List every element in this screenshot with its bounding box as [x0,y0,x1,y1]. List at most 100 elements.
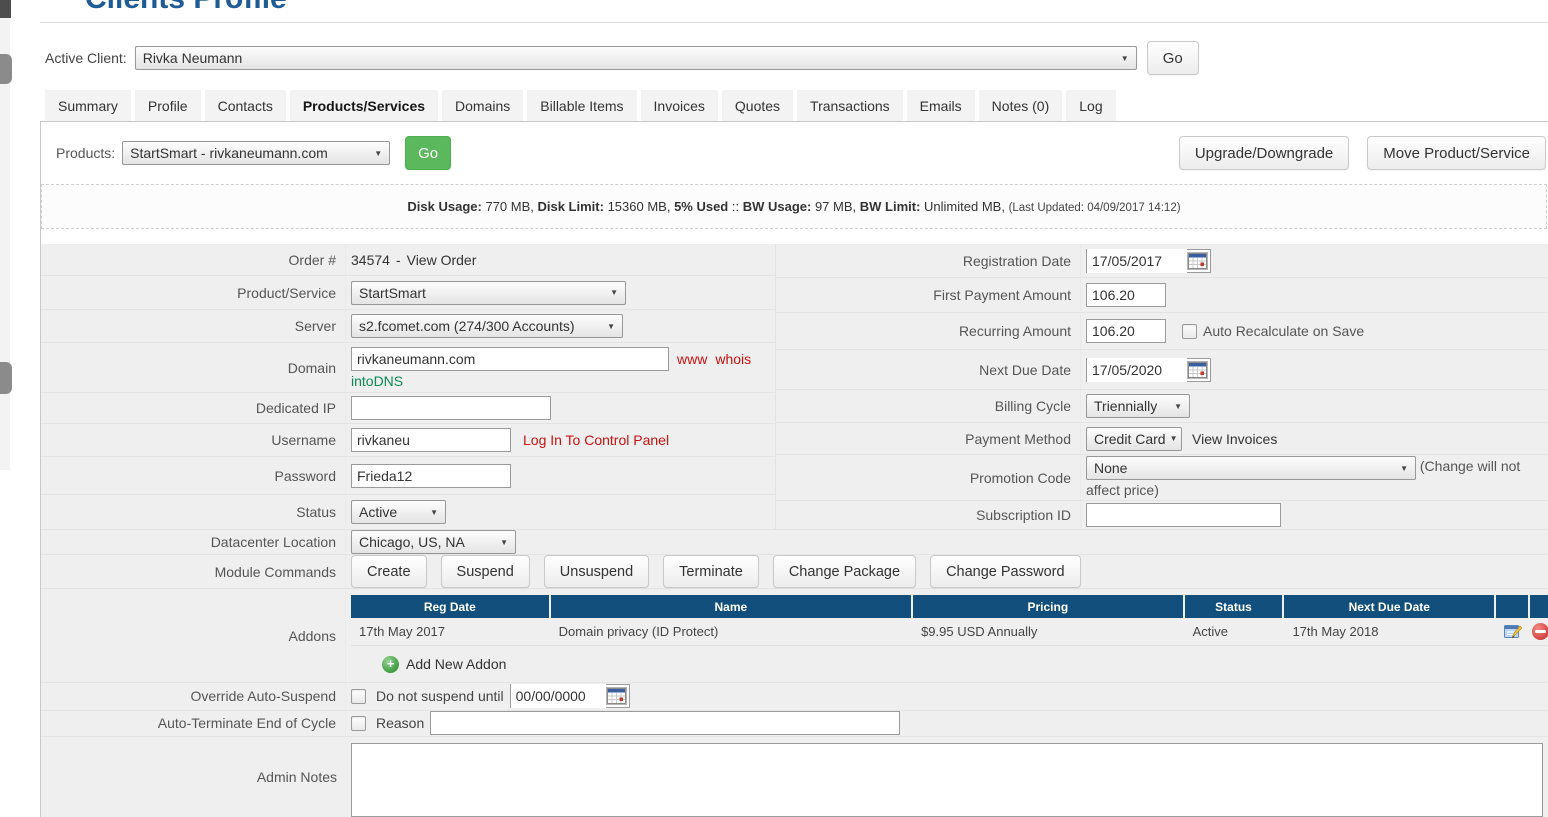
sidebar-handle-icon[interactable] [0,362,12,394]
tab-invoices[interactable]: Invoices [640,90,718,122]
active-client-go-button[interactable]: Go [1146,41,1199,75]
dedicated-ip-input[interactable] [351,396,551,420]
addon-name: Domain privacy (ID Protect) [558,624,719,639]
do-not-suspend-label: Do not suspend until [376,688,504,705]
module-change-password-button[interactable]: Change Password [930,555,1081,588]
auto-recalculate-checkbox[interactable] [1182,323,1197,339]
promotion-code-select[interactable]: None ▼ [1086,456,1416,480]
order-row: Order # 34574 - View Order [41,244,775,276]
chevron-down-icon: ▼ [610,288,618,297]
reason-input[interactable] [430,711,901,736]
dedicated-ip-label: Dedicated IP [41,393,346,423]
module-commands-label: Module Commands [41,555,346,588]
registration-date-label: Registration Date [776,244,1081,277]
calendar-icon[interactable] [1187,360,1208,379]
password-input[interactable] [351,463,511,488]
module-unsuspend-button[interactable]: Unsuspend [543,555,650,588]
calendar-icon[interactable] [605,687,627,706]
module-change-package-button[interactable]: Change Package [772,555,917,588]
tab-summary[interactable]: Summary [45,90,131,122]
domain-input[interactable] [351,346,669,371]
tab-contacts[interactable]: Contacts [204,90,286,122]
active-client-select[interactable]: Rivka Neumann ▼ [134,46,1137,70]
module-suspend-button[interactable]: Suspend [440,555,530,588]
tab-profile[interactable]: Profile [134,90,201,122]
billing-cycle-select[interactable]: Triennially ▼ [1086,394,1190,418]
suspend-until-input[interactable] [510,684,606,709]
products-select[interactable]: StartSmart - rivkaneumann.com ▼ [122,141,391,165]
admin-notes-textarea[interactable] [351,743,1543,817]
product-service-row: Product/Service StartSmart ▼ [41,276,775,310]
addons-header-edit [1496,595,1531,618]
addon-table-row: 17th May 2017 Domain privacy (ID Protect… [351,618,1548,646]
tab-billable-items[interactable]: Billable Items [527,90,637,122]
tab-transactions[interactable]: Transactions [797,90,903,122]
view-invoices-link[interactable]: View Invoices [1192,431,1277,447]
www-link[interactable]: www [677,351,707,367]
username-label: Username [41,424,346,456]
addon-status: Active [1192,624,1229,639]
payment-method-select[interactable]: Credit Card ▼ [1086,426,1182,451]
first-payment-row: First Payment Amount [776,278,1548,313]
usage-segment: BW Usage: [742,199,812,214]
override-auto-suspend-label: Override Auto-Suspend [41,683,346,710]
addons-header-delete [1530,595,1548,618]
product-service-select[interactable]: StartSmart ▼ [351,280,626,305]
tab-products-services[interactable]: Products/Services [289,90,439,122]
module-create-button[interactable]: Create [351,555,427,588]
module-terminate-button[interactable]: Terminate [663,555,759,588]
rail-top-block [0,0,11,18]
chevron-down-icon: ▼ [500,537,508,547]
datacenter-select[interactable]: Chicago, US, NA ▼ [351,530,516,554]
order-number: 34574 [351,251,390,268]
server-select[interactable]: s2.fcomet.com (274/300 Accounts) ▼ [351,314,623,338]
calendar-icon[interactable] [1187,251,1208,270]
tab-notes[interactable]: Notes (0) [978,90,1063,122]
products-label: Products: [56,145,116,161]
datacenter-label: Datacenter Location [41,530,346,554]
tab-quotes[interactable]: Quotes [721,90,794,122]
addons-label: Addons [41,589,346,682]
chevron-down-icon: ▼ [430,507,438,517]
auto-terminate-row: Auto-Terminate End of Cycle Reason [41,710,1548,737]
order-dash: - [395,251,401,268]
recurring-amount-input[interactable] [1086,319,1166,343]
add-new-addon[interactable]: + Add New Addon [351,646,1548,682]
promotion-code-row: Promotion Code None ▼ (Change will not a… [776,455,1548,501]
whois-link[interactable]: whois [715,351,751,367]
next-due-date-field [1086,357,1211,382]
subscription-id-input[interactable] [1086,503,1281,527]
next-due-date-input[interactable] [1087,357,1187,382]
payment-method-label: Payment Method [776,423,1081,454]
billing-cycle-label: Billing Cycle [776,390,1081,422]
registration-date-input[interactable] [1087,248,1187,273]
products-services-panel: Products: StartSmart - rivkaneumann.com … [40,121,1548,817]
view-order-link[interactable]: View Order [407,252,477,268]
product-service-label: Product/Service [41,276,346,309]
username-input[interactable] [351,428,511,452]
edit-addon-icon[interactable] [1496,618,1530,645]
plus-circle-icon: + [382,655,399,673]
move-product-service-button[interactable]: Move Product/Service [1367,136,1546,170]
login-control-panel-link[interactable]: Log In To Control Panel [523,432,669,448]
usage-last-updated: (Last Updated: 04/09/2017 14:12) [1008,202,1181,214]
chevron-down-icon: ▼ [374,148,383,158]
auto-terminate-label: Auto-Terminate End of Cycle [41,710,346,736]
products-go-button[interactable]: Go [405,136,452,170]
status-row: Status Active ▼ [41,495,775,529]
status-select[interactable]: Active ▼ [351,500,446,524]
tab-emails[interactable]: Emails [906,90,975,122]
tab-domains[interactable]: Domains [442,90,524,122]
delete-addon-icon[interactable] [1530,618,1548,645]
intodns-link[interactable]: intoDNS [351,373,403,389]
upgrade-downgrade-button[interactable]: Upgrade/Downgrade [1178,136,1350,170]
addon-reg-date: 17th May 2017 [359,624,446,639]
registration-date-field [1086,248,1211,273]
registration-date-row: Registration Date [776,244,1548,278]
first-payment-input[interactable] [1086,283,1166,307]
tab-log[interactable]: Log [1066,90,1116,122]
auto-terminate-checkbox[interactable] [351,715,366,731]
override-auto-suspend-checkbox[interactable] [351,688,366,704]
sidebar-handle-icon[interactable] [0,54,12,84]
next-due-date-row: Next Due Date [776,350,1548,390]
